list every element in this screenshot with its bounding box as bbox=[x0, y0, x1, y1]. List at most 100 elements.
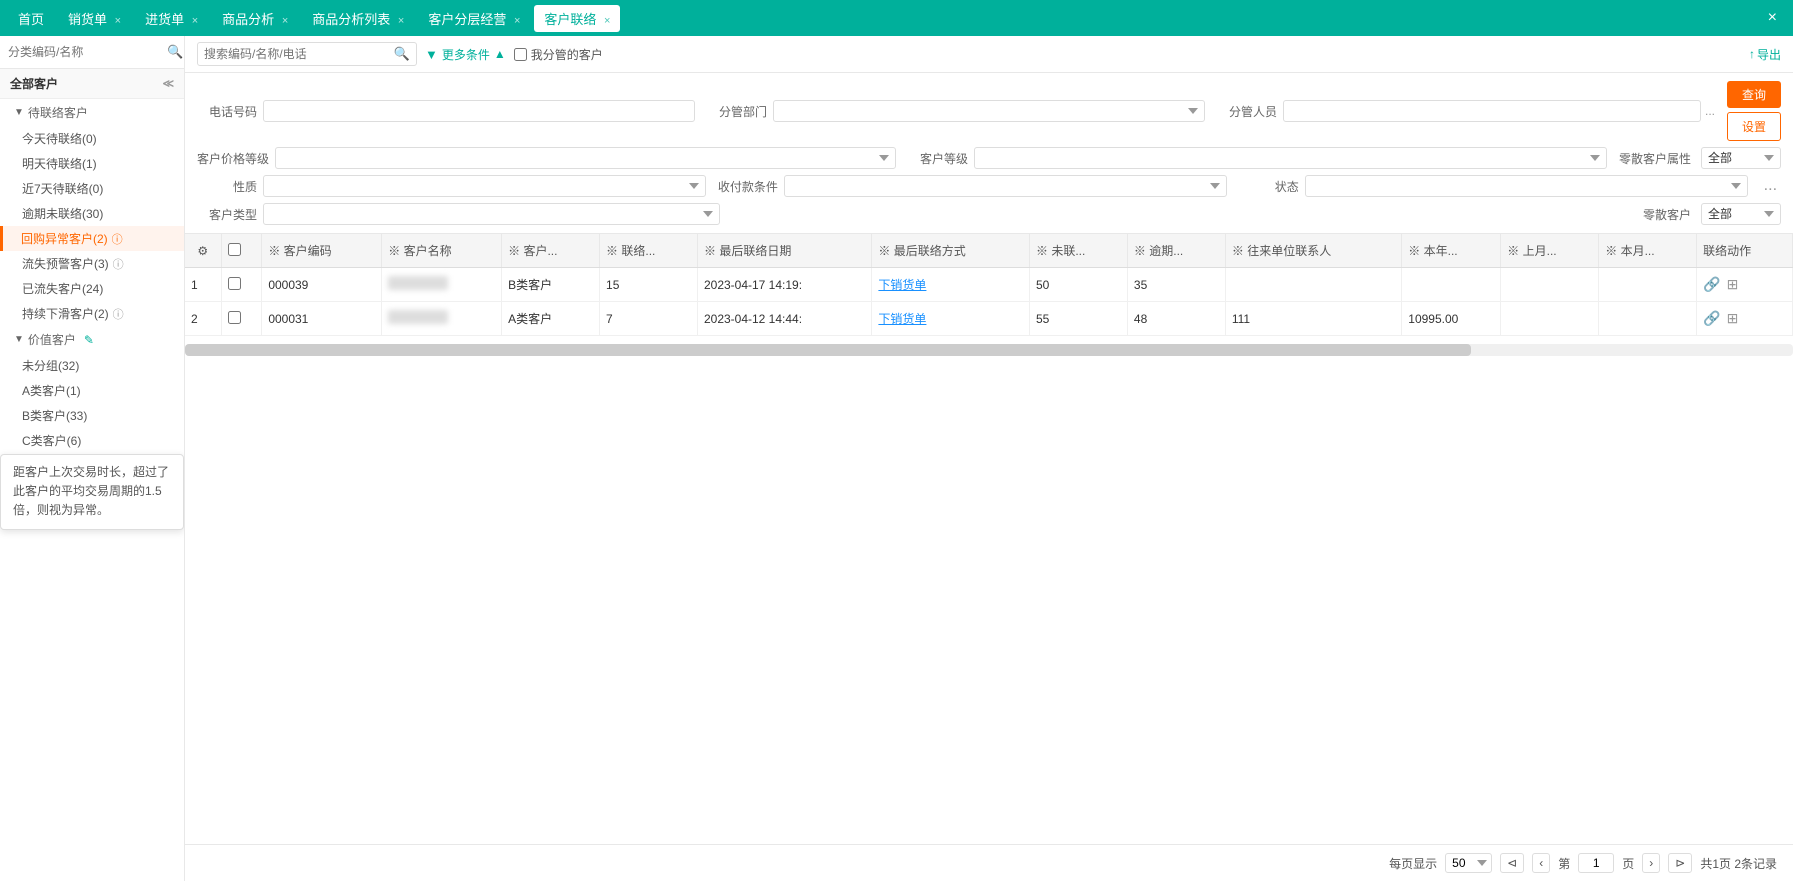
top-nav: 首页 销货单 × 进货单 × 商品分析 × 商品分析列表 × 客户分层经营 × … bbox=[0, 0, 1793, 36]
tooltip-container: 回购异常客户(2) ⓘ 距客户上次交易时长，超过了此客户的平均交易周期的1.5倍… bbox=[0, 226, 184, 251]
col-contact-header[interactable]: ※ 联络... bbox=[600, 234, 698, 268]
sidebar-collapse-icon[interactable]: ≪ bbox=[162, 77, 174, 90]
my-customers-check[interactable] bbox=[514, 48, 527, 61]
nav-product-list[interactable]: 商品分析列表 × bbox=[302, 5, 414, 32]
sidebar-repurchase-anomaly[interactable]: 回购异常客户(2) ⓘ bbox=[0, 226, 184, 251]
page-input[interactable] bbox=[1578, 853, 1614, 873]
first-page-btn[interactable]: ⊲ bbox=[1500, 853, 1524, 873]
next-page-btn[interactable]: › bbox=[1642, 853, 1660, 873]
col-contacts-count-header[interactable]: ※ 往来单位联系人 bbox=[1225, 234, 1401, 268]
method-link-2[interactable]: 下销货单 bbox=[878, 312, 926, 326]
cell-uncontacted-2: 55 bbox=[1030, 302, 1128, 336]
nav-product-analysis-close[interactable]: × bbox=[282, 15, 288, 27]
gender-select[interactable] bbox=[263, 175, 706, 197]
sidebar-already-lost[interactable]: 已流失客户(24) bbox=[0, 276, 184, 301]
col-this-month-header[interactable]: ※ 本月... bbox=[1599, 234, 1697, 268]
export-btn[interactable]: ↑ 导出 bbox=[1749, 46, 1781, 63]
sidebar-overdue[interactable]: 逾期未联络(30) bbox=[0, 201, 184, 226]
export-icon: ↑ bbox=[1749, 47, 1755, 61]
price-level-select[interactable] bbox=[275, 147, 896, 169]
method-link-1[interactable]: 下销货单 bbox=[878, 278, 926, 292]
scrollbar-track[interactable] bbox=[185, 344, 1793, 356]
row1-checkbox[interactable] bbox=[228, 277, 241, 290]
query-btn[interactable]: 查询 bbox=[1727, 81, 1781, 108]
cell-uncontacted-1: 50 bbox=[1030, 268, 1128, 302]
more-icon-1[interactable]: ⊞ bbox=[1727, 276, 1739, 293]
filter-more-dots[interactable]: ... bbox=[1760, 177, 1781, 195]
nav-customer-contact[interactable]: 客户联络 × bbox=[534, 5, 620, 32]
status-select[interactable] bbox=[1305, 175, 1748, 197]
sidebar-today-pending[interactable]: 今天待联络(0) bbox=[0, 126, 184, 151]
col-code-header[interactable]: ※ 客户编码 bbox=[262, 234, 382, 268]
last-page-btn[interactable]: ⊳ bbox=[1668, 853, 1692, 873]
nav-product-list-close[interactable]: × bbox=[398, 15, 404, 27]
per-page-select[interactable]: 10 20 50 100 bbox=[1445, 853, 1492, 873]
col-name-header[interactable]: ※ 客户名称 bbox=[382, 234, 502, 268]
value-edit-icon[interactable]: ✎ bbox=[84, 333, 94, 347]
payment-select[interactable] bbox=[784, 175, 1227, 197]
col-actions-header: 联络动作 bbox=[1697, 234, 1793, 268]
cell-index-1: 1 bbox=[185, 268, 221, 302]
nav-sales[interactable]: 销货单 × bbox=[58, 5, 131, 32]
col-level-header[interactable]: ※ 客户... bbox=[502, 234, 600, 268]
sidebar-c-class[interactable]: C类客户(6) bbox=[0, 428, 184, 453]
col-uncontacted-header[interactable]: ※ 未联... bbox=[1030, 234, 1128, 268]
col-last-method-header[interactable]: ※ 最后联络方式 bbox=[872, 234, 1030, 268]
dept-select[interactable] bbox=[773, 100, 1205, 122]
col-settings[interactable]: ⚙ bbox=[185, 234, 221, 268]
col-this-year-header[interactable]: ※ 本年... bbox=[1402, 234, 1501, 268]
manager-dots[interactable]: ... bbox=[1705, 104, 1715, 118]
cell-checkbox-2[interactable] bbox=[221, 302, 262, 336]
col-overdue-header[interactable]: ※ 逾期... bbox=[1127, 234, 1225, 268]
col-last-month-header[interactable]: ※ 上月... bbox=[1501, 234, 1599, 268]
nav-purchase[interactable]: 进货单 × bbox=[135, 5, 208, 32]
nav-product-analysis[interactable]: 商品分析 × bbox=[212, 5, 298, 32]
retail-attr-select[interactable]: 全部 bbox=[1701, 147, 1781, 169]
row2-checkbox[interactable] bbox=[228, 311, 241, 324]
sidebar-week-pending[interactable]: 近7天待联络(0) bbox=[0, 176, 184, 201]
pending-contact-group[interactable]: ▼ 待联络客户 bbox=[0, 99, 184, 126]
manager-input[interactable] bbox=[1283, 100, 1701, 122]
prev-page-btn[interactable]: ‹ bbox=[1532, 853, 1550, 873]
filter-search-input[interactable] bbox=[204, 47, 390, 61]
cell-actions-1: 🔗 ⊞ bbox=[1697, 268, 1793, 302]
customer-level-select[interactable] bbox=[974, 147, 1607, 169]
nav-customer-segment[interactable]: 客户分层经营 × bbox=[418, 5, 530, 32]
cell-last-method-2[interactable]: 下销货单 bbox=[872, 302, 1030, 336]
scrollbar-thumb[interactable] bbox=[185, 344, 1471, 356]
value-group-label: 价值客户 bbox=[28, 331, 76, 348]
more-icon-2[interactable]: ⊞ bbox=[1727, 310, 1739, 327]
sidebar-declining[interactable]: 持续下滑客户(2) ⓘ bbox=[0, 301, 184, 326]
nav-purchase-close[interactable]: × bbox=[192, 15, 198, 27]
more-conditions-btn[interactable]: ▼ 更多条件 ▲ bbox=[425, 46, 506, 63]
nav-sales-close[interactable]: × bbox=[115, 15, 121, 27]
sidebar-ungrouped[interactable]: 未分组(32) bbox=[0, 353, 184, 378]
customer-type-select[interactable] bbox=[263, 203, 720, 225]
nav-home[interactable]: 首页 bbox=[8, 5, 54, 32]
retail-customer-select[interactable]: 全部 bbox=[1701, 203, 1781, 225]
sidebar-a-class[interactable]: A类客户(1) bbox=[0, 378, 184, 403]
contact-icon-1[interactable]: 🔗 bbox=[1703, 276, 1720, 293]
settings-btn[interactable]: 设置 bbox=[1727, 112, 1781, 141]
phone-input[interactable] bbox=[263, 100, 695, 122]
nav-customer-segment-close[interactable]: × bbox=[514, 15, 520, 27]
col-checkbox-header[interactable] bbox=[221, 234, 262, 268]
sidebar-tomorrow-pending[interactable]: 明天待联络(1) bbox=[0, 151, 184, 176]
filter-actions: 查询 设置 bbox=[1727, 81, 1781, 141]
sidebar-b-class[interactable]: B类客户(33) bbox=[0, 403, 184, 428]
select-all-checkbox[interactable] bbox=[228, 243, 241, 256]
sidebar-lost-warning[interactable]: 流失预警客户(3) ⓘ bbox=[0, 251, 184, 276]
filter-status: 状态 bbox=[1239, 175, 1748, 197]
cell-checkbox-1[interactable] bbox=[221, 268, 262, 302]
all-customers-title[interactable]: 全部客户 ≪ bbox=[0, 69, 184, 99]
close-all-tabs[interactable]: × bbox=[1760, 9, 1785, 27]
nav-customer-contact-close[interactable]: × bbox=[604, 15, 610, 27]
sidebar-search-input[interactable] bbox=[8, 45, 163, 59]
page-label: 第 bbox=[1558, 855, 1570, 872]
value-customers-group[interactable]: ▼ 价值客户 ✎ bbox=[0, 326, 184, 353]
sidebar-search-icon[interactable]: 🔍 bbox=[167, 44, 183, 60]
cell-last-method-1[interactable]: 下销货单 bbox=[872, 268, 1030, 302]
filter-search-icon[interactable]: 🔍 bbox=[394, 46, 410, 62]
col-last-date-header[interactable]: ※ 最后联络日期 bbox=[697, 234, 871, 268]
contact-icon-2[interactable]: 🔗 bbox=[1703, 310, 1720, 327]
